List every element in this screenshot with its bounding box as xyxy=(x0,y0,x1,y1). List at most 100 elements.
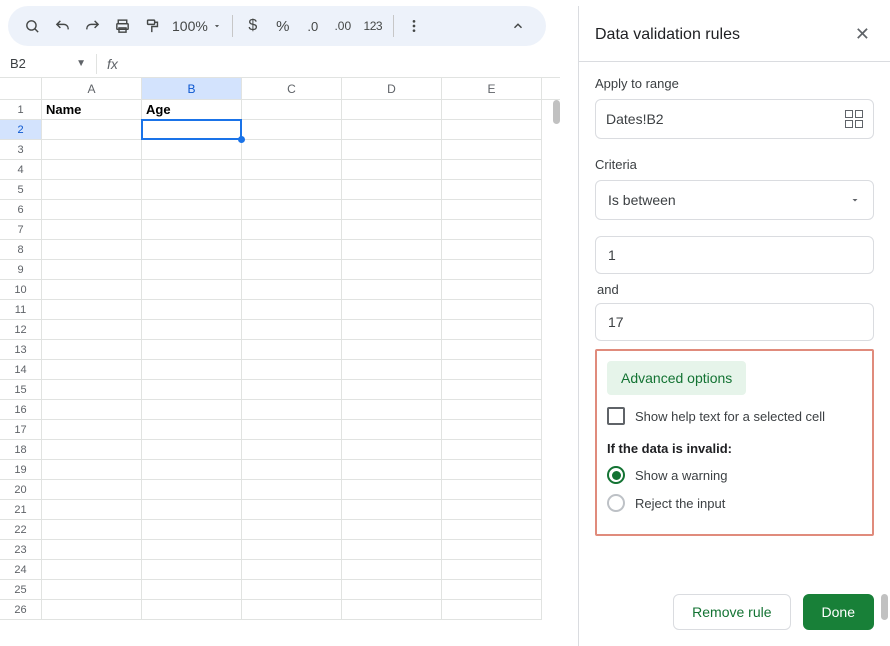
cell[interactable] xyxy=(42,300,142,320)
row-header[interactable]: 17 xyxy=(0,420,42,440)
search-icon[interactable] xyxy=(18,12,46,40)
currency-icon[interactable]: $ xyxy=(239,12,267,40)
cell[interactable] xyxy=(242,480,342,500)
cell[interactable] xyxy=(242,200,342,220)
cell[interactable] xyxy=(342,100,442,120)
column-header[interactable]: B xyxy=(142,78,242,99)
cell[interactable] xyxy=(442,260,542,280)
cell[interactable] xyxy=(342,500,442,520)
cell[interactable] xyxy=(42,500,142,520)
cell[interactable] xyxy=(242,400,342,420)
cell[interactable] xyxy=(142,480,242,500)
show-warning-radio[interactable] xyxy=(607,466,625,484)
cell[interactable] xyxy=(142,560,242,580)
column-header[interactable]: C xyxy=(242,78,342,99)
row-header[interactable]: 12 xyxy=(0,320,42,340)
more-toolbar-icon[interactable] xyxy=(400,12,428,40)
cell[interactable] xyxy=(142,280,242,300)
zoom-dropdown[interactable]: 100% xyxy=(168,18,226,34)
cell[interactable] xyxy=(42,120,142,140)
cell[interactable] xyxy=(142,300,242,320)
cell[interactable] xyxy=(42,460,142,480)
row-header[interactable]: 18 xyxy=(0,440,42,460)
cell[interactable] xyxy=(242,280,342,300)
cell[interactable] xyxy=(42,380,142,400)
row-header[interactable]: 25 xyxy=(0,580,42,600)
cell[interactable] xyxy=(342,540,442,560)
cell[interactable] xyxy=(442,300,542,320)
spreadsheet-grid[interactable]: ABCDE 1NameAge23456789101112131415161718… xyxy=(0,78,560,620)
cell[interactable] xyxy=(442,420,542,440)
cell[interactable] xyxy=(42,180,142,200)
cell[interactable] xyxy=(242,300,342,320)
cell[interactable] xyxy=(342,240,442,260)
criteria-value-2-input[interactable] xyxy=(608,314,861,330)
number-format-123-icon[interactable]: 123 xyxy=(359,12,387,40)
cell[interactable] xyxy=(42,400,142,420)
cell[interactable] xyxy=(442,480,542,500)
row-header[interactable]: 4 xyxy=(0,160,42,180)
cell[interactable] xyxy=(442,140,542,160)
redo-icon[interactable] xyxy=(78,12,106,40)
cell[interactable] xyxy=(442,280,542,300)
cell[interactable] xyxy=(42,560,142,580)
cell[interactable] xyxy=(42,480,142,500)
cell[interactable] xyxy=(342,440,442,460)
cell[interactable] xyxy=(142,160,242,180)
cell[interactable] xyxy=(442,540,542,560)
cell[interactable] xyxy=(42,600,142,620)
cell[interactable] xyxy=(142,380,242,400)
cell[interactable] xyxy=(242,420,342,440)
cell[interactable] xyxy=(342,400,442,420)
cell[interactable] xyxy=(342,460,442,480)
row-header[interactable]: 5 xyxy=(0,180,42,200)
cell[interactable] xyxy=(42,580,142,600)
done-button[interactable]: Done xyxy=(803,594,874,630)
cell[interactable] xyxy=(442,100,542,120)
cell[interactable] xyxy=(442,440,542,460)
cell[interactable] xyxy=(342,360,442,380)
cell[interactable] xyxy=(42,160,142,180)
cell[interactable] xyxy=(42,280,142,300)
cell[interactable] xyxy=(442,180,542,200)
apply-to-range-field[interactable] xyxy=(595,99,874,139)
cell[interactable] xyxy=(242,180,342,200)
print-icon[interactable] xyxy=(108,12,136,40)
cell[interactable] xyxy=(342,140,442,160)
cell[interactable] xyxy=(242,540,342,560)
cell[interactable] xyxy=(142,320,242,340)
cell[interactable] xyxy=(342,200,442,220)
decrease-decimal-icon[interactable]: .0 xyxy=(299,12,327,40)
cell[interactable] xyxy=(42,220,142,240)
cell[interactable] xyxy=(142,140,242,160)
cell[interactable] xyxy=(242,120,342,140)
cell[interactable] xyxy=(42,340,142,360)
row-header[interactable]: 7 xyxy=(0,220,42,240)
row-header[interactable]: 15 xyxy=(0,380,42,400)
cell[interactable] xyxy=(342,380,442,400)
name-box[interactable]: B2 ▼ xyxy=(6,56,92,71)
cell[interactable] xyxy=(242,600,342,620)
vertical-scrollbar-thumb[interactable] xyxy=(553,100,560,124)
cell[interactable] xyxy=(342,580,442,600)
cell[interactable] xyxy=(142,520,242,540)
cell[interactable] xyxy=(142,120,242,140)
row-header[interactable]: 6 xyxy=(0,200,42,220)
cell[interactable] xyxy=(442,400,542,420)
row-header[interactable]: 14 xyxy=(0,360,42,380)
cell[interactable] xyxy=(242,460,342,480)
cell[interactable] xyxy=(342,340,442,360)
criteria-value-2-field[interactable] xyxy=(595,303,874,341)
apply-to-range-input[interactable] xyxy=(606,111,845,127)
cell[interactable] xyxy=(342,560,442,580)
cell[interactable] xyxy=(142,220,242,240)
cell[interactable] xyxy=(42,420,142,440)
cell[interactable] xyxy=(142,500,242,520)
cell[interactable] xyxy=(342,520,442,540)
cell[interactable] xyxy=(242,440,342,460)
column-header[interactable]: D xyxy=(342,78,442,99)
cell[interactable] xyxy=(442,160,542,180)
cell[interactable] xyxy=(42,320,142,340)
percent-icon[interactable]: % xyxy=(269,12,297,40)
select-range-icon[interactable] xyxy=(845,110,863,128)
